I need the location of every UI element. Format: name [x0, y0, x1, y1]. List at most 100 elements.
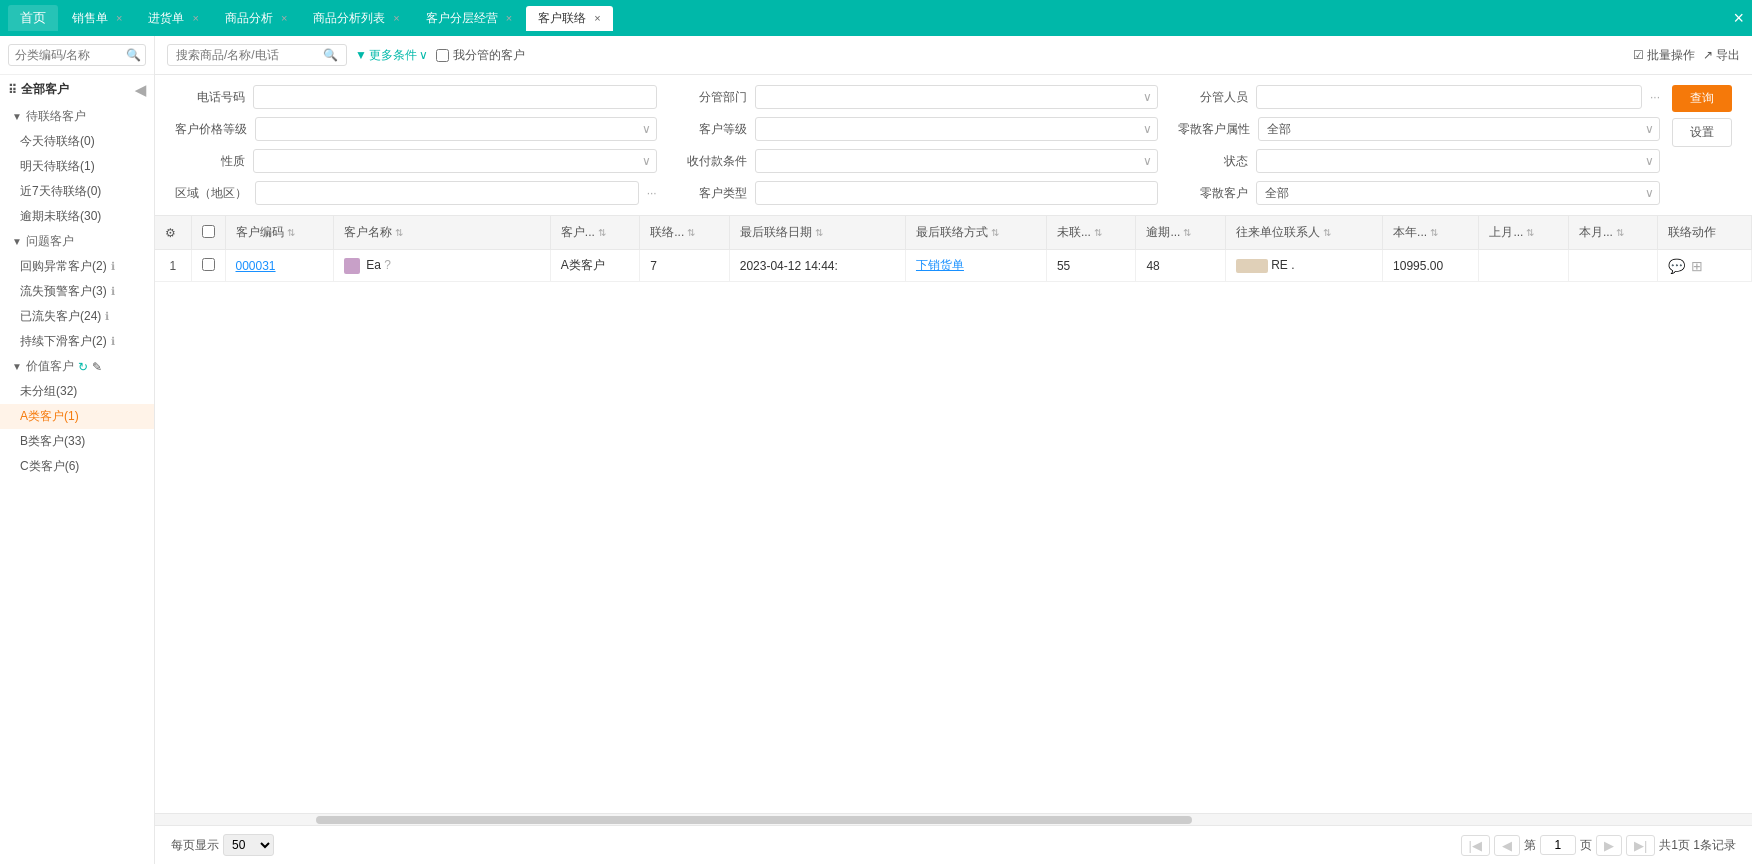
cell-checkbox — [191, 250, 225, 282]
page-label: 第 — [1524, 837, 1536, 854]
sidebar-item-b-class[interactable]: B类客户(33) — [0, 429, 154, 454]
close-tab-purchase[interactable]: × — [192, 12, 198, 24]
col-action: 联络动作 — [1658, 216, 1752, 250]
person-input[interactable] — [1256, 85, 1642, 109]
status-select-wrap: ∨ — [1256, 149, 1660, 173]
nav-tab-home[interactable]: 首页 — [8, 5, 58, 31]
scroll-thumb[interactable] — [316, 816, 1192, 824]
last-page-btn[interactable]: ▶| — [1626, 835, 1655, 856]
col-this-month: 本月... ⇅ — [1568, 216, 1657, 250]
sidebar-group-waiting[interactable]: ▼ 待联络客户 — [0, 104, 154, 129]
refresh-icon[interactable]: ↻ — [78, 360, 88, 374]
sidebar-item-lostwarning[interactable]: 流失预警客户(3) ℹ — [0, 279, 154, 304]
retail-customer-select-wrap: 全部 ∨ — [1256, 181, 1660, 205]
retail-customer-label: 零散客户 — [1178, 185, 1248, 202]
close-tab-customer-tier[interactable]: × — [506, 12, 512, 24]
cell-last-date: 2023-04-12 14:44: — [729, 250, 905, 282]
bottom-bar: 每页显示 50 100 |◀ ◀ 第 页 ▶ ▶| 共1页 1条记录 — [155, 825, 1752, 864]
phone-input[interactable] — [253, 85, 657, 109]
batch-ops-btn[interactable]: ☑ 批量操作 — [1633, 47, 1695, 64]
edit-icon[interactable]: ✎ — [92, 360, 102, 374]
sort-icon-thismonth: ⇅ — [1616, 227, 1624, 238]
nav-tab-goods-analysis[interactable]: 商品分析 × — [213, 6, 299, 31]
cell-uncontacted: 55 — [1046, 250, 1135, 282]
filter-row-4: 区域（地区） ··· 客户类型 零散客户 全部 ∨ — [175, 181, 1660, 205]
col-code: 客户编码 ⇅ — [225, 216, 333, 250]
payment-select[interactable] — [755, 149, 1159, 173]
retail-customer-select[interactable]: 全部 — [1256, 181, 1660, 205]
qr-icon[interactable]: ⊞ — [1691, 258, 1703, 274]
sidebar-item-today[interactable]: 今天待联络(0) — [0, 129, 154, 154]
retail-attr-select[interactable]: 全部 — [1258, 117, 1660, 141]
filter-search-input[interactable] — [176, 48, 319, 62]
per-page-select[interactable]: 50 100 — [223, 834, 274, 856]
sidebar-item-c-class[interactable]: C类客户(6) — [0, 454, 154, 479]
page-end-label: 页 — [1580, 837, 1592, 854]
row-checkbox[interactable] — [202, 258, 215, 271]
price-level-select[interactable] — [255, 117, 657, 141]
person-label: 分管人员 — [1178, 89, 1248, 106]
filter-more-btn[interactable]: ▼ 更多条件 ∨ — [355, 47, 428, 64]
close-tab-goods-analysis[interactable]: × — [281, 12, 287, 24]
checkbox-icon: ☑ — [1633, 48, 1644, 62]
customer-table: ⚙ 客户编码 ⇅ 客户名称 — [155, 216, 1752, 282]
close-window-button[interactable]: × — [1733, 8, 1744, 29]
query-btn[interactable]: 查询 — [1672, 85, 1732, 112]
page-input[interactable] — [1540, 835, 1576, 855]
info-icon-lostwarning: ℹ — [111, 285, 115, 298]
nav-tab-purchase[interactable]: 进货单 × — [136, 6, 210, 31]
chat-icon[interactable]: 💬 — [1668, 258, 1685, 274]
table-wrap: ⚙ 客户编码 ⇅ 客户名称 — [155, 216, 1752, 813]
horizontal-scrollbar[interactable] — [155, 813, 1752, 825]
sidebar-item-abnormal[interactable]: 回购异常客户(2) ℹ — [0, 254, 154, 279]
close-tab-customer-contact[interactable]: × — [594, 12, 600, 24]
status-select[interactable] — [1256, 149, 1660, 173]
filter-action-btns: 查询 设置 — [1672, 85, 1732, 205]
nature-select[interactable] — [253, 149, 657, 173]
filter-icon: ▼ — [355, 48, 367, 62]
nav-tab-customer-contact[interactable]: 客户联络 × — [526, 6, 612, 31]
area-dots-btn[interactable]: ··· — [647, 186, 657, 200]
export-btn[interactable]: ↗ 导出 — [1703, 47, 1740, 64]
sidebar-item-unclassified[interactable]: 未分组(32) — [0, 379, 154, 404]
nav-tab-goods-list[interactable]: 商品分析列表 × — [301, 6, 411, 31]
sidebar-all-customers[interactable]: ⠿ 全部客户 ◀ — [0, 75, 154, 104]
dept-select[interactable] — [755, 85, 1159, 109]
col-contact-count: 联络... ⇅ — [640, 216, 729, 250]
first-page-btn[interactable]: |◀ — [1461, 835, 1490, 856]
prev-page-btn[interactable]: ◀ — [1494, 835, 1520, 856]
sidebar-item-overdue[interactable]: 逾期未联络(30) — [0, 204, 154, 229]
cell-last-method[interactable]: 下销货单 — [905, 250, 1046, 282]
sidebar-item-tomorrow[interactable]: 明天待联络(1) — [0, 154, 154, 179]
pagination: |◀ ◀ 第 页 ▶ ▶| 共1页 1条记录 — [1461, 835, 1736, 856]
sidebar-item-lost[interactable]: 已流失客户(24) ℹ — [0, 304, 154, 329]
setting-btn[interactable]: 设置 — [1672, 118, 1732, 147]
person-dots-btn[interactable]: ··· — [1650, 90, 1660, 104]
customer-type-input[interactable] — [755, 181, 1159, 205]
my-customers-filter[interactable]: 我分管的客户 — [436, 47, 525, 64]
sidebar-group-problem[interactable]: ▼ 问题客户 — [0, 229, 154, 254]
sidebar-group-value[interactable]: ▼ 价值客户 ↻ ✎ — [0, 354, 154, 379]
filter-right-actions: ☑ 批量操作 ↗ 导出 — [1633, 47, 1740, 64]
filter-row-2: 客户价格等级 ∨ 客户等级 ∨ — [175, 117, 1660, 141]
next-page-btn[interactable]: ▶ — [1596, 835, 1622, 856]
close-tab-sales[interactable]: × — [116, 12, 122, 24]
col-gear: ⚙ — [155, 216, 191, 250]
cell-contact-person: RE . — [1225, 250, 1382, 282]
customer-level-select[interactable] — [755, 117, 1159, 141]
cell-code[interactable]: 000031 — [225, 250, 333, 282]
cell-name: Ea ? — [333, 250, 550, 282]
sidebar-collapse-btn[interactable]: ◀ — [135, 82, 146, 98]
grid-icon: ⠿ — [8, 83, 17, 97]
my-customers-checkbox[interactable] — [436, 49, 449, 62]
sidebar-item-7days[interactable]: 近7天待联络(0) — [0, 179, 154, 204]
table-gear-icon[interactable]: ⚙ — [165, 226, 176, 240]
sidebar-item-a-class[interactable]: A类客户(1) — [0, 404, 154, 429]
sidebar-item-declining[interactable]: 持续下滑客户(2) ℹ — [0, 329, 154, 354]
close-tab-goods-list[interactable]: × — [393, 12, 399, 24]
select-all-checkbox[interactable] — [202, 225, 215, 238]
area-input[interactable] — [255, 181, 639, 205]
nav-tab-sales[interactable]: 销售单 × — [60, 6, 134, 31]
nav-tab-customer-tier[interactable]: 客户分层经营 × — [414, 6, 524, 31]
nature-label: 性质 — [175, 153, 245, 170]
